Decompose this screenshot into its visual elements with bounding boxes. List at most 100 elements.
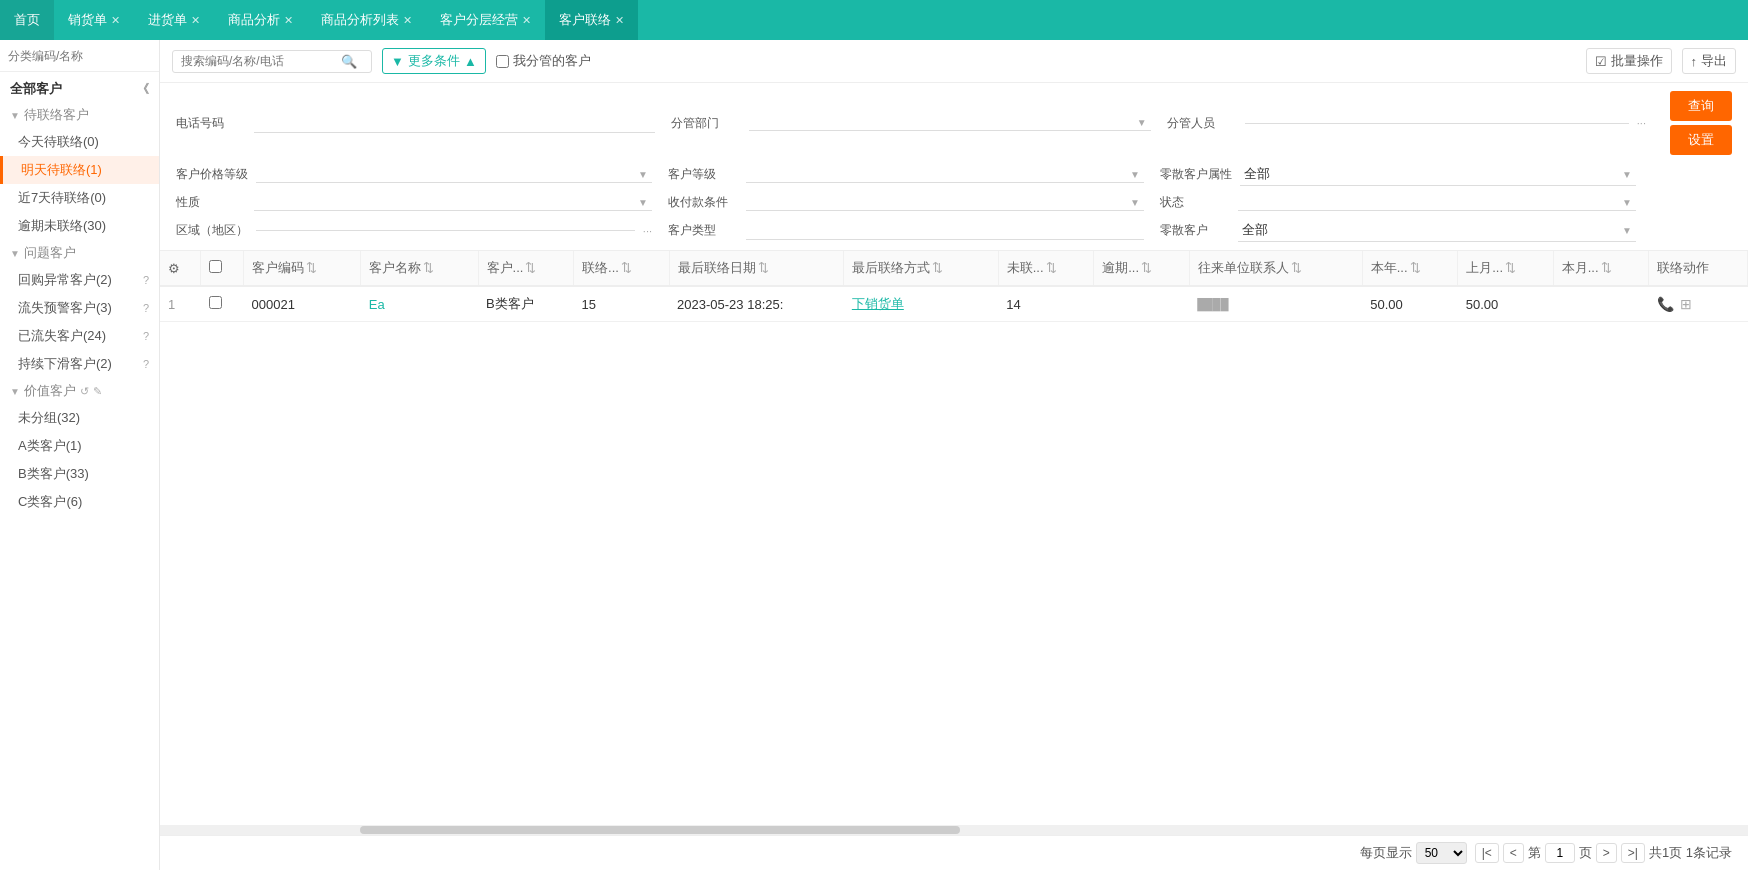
filter-cell-manager: 分管人员 ··· <box>1167 115 1662 132</box>
scrollbar-area[interactable] <box>160 825 1748 835</box>
sidebar-item-today-pending[interactable]: 今天待联络(0) <box>0 128 159 156</box>
sort-icon-code[interactable]: ⇅ <box>306 260 317 275</box>
filter-select-customer-grade[interactable]: ▼ <box>746 167 1144 183</box>
nav-customer-stratify[interactable]: 客户分层经营 ✕ <box>426 0 545 40</box>
page-num-input[interactable] <box>1545 843 1575 863</box>
scrollbar-thumb[interactable] <box>360 826 960 834</box>
sidebar-search-input[interactable] <box>8 49 158 63</box>
th-code: 客户编码⇅ <box>244 251 361 286</box>
filter-select-retail-customer[interactable]: 全部 ▼ <box>1238 219 1636 242</box>
sort-icon-uncontacted[interactable]: ⇅ <box>1046 260 1057 275</box>
nav-close-sales[interactable]: ✕ <box>111 14 120 27</box>
my-customers-checkbox-wrap[interactable]: 我分管的客户 <box>496 52 591 70</box>
last-method-link[interactable]: 下销货单 <box>852 296 904 311</box>
value-edit-icon[interactable]: ✎ <box>93 385 102 398</box>
filter-select-dept[interactable]: ▼ <box>749 115 1150 131</box>
query-btn[interactable]: 查询 <box>1670 91 1732 121</box>
sort-icon-last-month[interactable]: ⇅ <box>1505 260 1516 275</box>
action-phone-icon[interactable]: 📞 <box>1657 296 1674 312</box>
sidebar-collapse-icon[interactable]: 《 <box>137 81 149 98</box>
settings-icon[interactable]: ⚙ <box>168 261 180 276</box>
next-page-btn[interactable]: > <box>1596 843 1617 863</box>
filter-label-region: 区域（地区） <box>176 222 248 239</box>
th-category: 客户...⇅ <box>478 251 574 286</box>
nav-sales[interactable]: 销货单 ✕ <box>54 0 134 40</box>
nav-home[interactable]: 首页 <box>0 0 54 40</box>
nav-close-product-list[interactable]: ✕ <box>403 14 412 27</box>
nav-product-list[interactable]: 商品分析列表 ✕ <box>307 0 426 40</box>
hint-icon-lost: ? <box>143 330 149 342</box>
td-this-month <box>1553 286 1649 322</box>
filter-label-dept: 分管部门 <box>671 115 741 132</box>
settings-btn[interactable]: 设置 <box>1670 125 1732 155</box>
sidebar-item-unclassified[interactable]: 未分组(32) <box>0 404 159 432</box>
sidebar-item-tomorrow-pending[interactable]: 明天待联络(1) <box>0 156 159 184</box>
sort-icon-name[interactable]: ⇅ <box>423 260 434 275</box>
filter-select-payment[interactable]: ▼ <box>746 195 1144 211</box>
sidebar-item-week-pending[interactable]: 近7天待联络(0) <box>0 184 159 212</box>
sidebar-item-class-c[interactable]: C类客户(6) <box>0 488 159 516</box>
filter-cell-retail-customer: 零散客户 全部 ▼ <box>1160 219 1652 242</box>
my-customers-checkbox[interactable] <box>496 55 509 68</box>
sidebar-item-lost[interactable]: 已流失客户(24) ? <box>0 322 159 350</box>
filter-input-customer-type[interactable] <box>746 221 1144 240</box>
row-checkbox[interactable] <box>209 296 222 309</box>
filter-more-manager[interactable]: ··· <box>1637 117 1646 129</box>
nav-purchase[interactable]: 进货单 ✕ <box>134 0 214 40</box>
export-btn[interactable]: ↑ 导出 <box>1682 48 1737 74</box>
sort-icon-this-month[interactable]: ⇅ <box>1601 260 1612 275</box>
filter-input-phone[interactable] <box>254 114 655 133</box>
nav-close-customer-contact[interactable]: ✕ <box>615 14 624 27</box>
table-wrap: ⚙ 客户编码⇅ 客户名称⇅ 客户...⇅ 联络...⇅ 最后联络日期⇅ 最后联络… <box>160 251 1748 825</box>
search-input-wrap: 🔍 <box>172 50 372 73</box>
nav-product-analysis[interactable]: 商品分析 ✕ <box>214 0 307 40</box>
filter-row-3: 性质 ▼ 收付款条件 ▼ 状态 <box>176 194 1732 211</box>
filter-label-customer-grade: 客户等级 <box>668 166 738 183</box>
last-page-btn[interactable]: >| <box>1621 843 1645 863</box>
sidebar-item-lost-warning[interactable]: 流失预警客户(3) ? <box>0 294 159 322</box>
nav-customer-contact[interactable]: 客户联络 ✕ <box>545 0 638 40</box>
filter-select-dept-arrow: ▼ <box>1137 117 1147 128</box>
sort-icon-last-method[interactable]: ⇅ <box>932 260 943 275</box>
sort-icon-last-date[interactable]: ⇅ <box>758 260 769 275</box>
td-checkbox <box>201 286 244 322</box>
sidebar-item-class-a[interactable]: A类客户(1) <box>0 432 159 460</box>
search-input[interactable] <box>181 54 341 68</box>
sort-icon-this-year[interactable]: ⇅ <box>1410 260 1421 275</box>
sort-icon-overdue[interactable]: ⇅ <box>1141 260 1152 275</box>
td-contact-person: ████ <box>1189 286 1362 322</box>
sort-icon-category[interactable]: ⇅ <box>525 260 536 275</box>
sidebar-group-problem: 问题客户 <box>0 240 159 266</box>
filter-label-nature: 性质 <box>176 194 246 211</box>
nav-close-purchase[interactable]: ✕ <box>191 14 200 27</box>
value-refresh-icon[interactable]: ↺ <box>80 385 89 398</box>
select-all-checkbox[interactable] <box>209 260 222 273</box>
sort-icon-contact-person[interactable]: ⇅ <box>1291 260 1302 275</box>
prev-page-btn[interactable]: < <box>1503 843 1524 863</box>
sort-icon-contact-count[interactable]: ⇅ <box>621 260 632 275</box>
per-page-select[interactable]: 50 100 <box>1416 842 1467 864</box>
th-overdue: 逾期...⇅ <box>1094 251 1190 286</box>
filter-select-status[interactable]: ▼ <box>1238 195 1636 211</box>
filter-more-region[interactable]: ··· <box>643 225 652 237</box>
footer-nav: |< < 第 页 > >| 共1页 1条记录 <box>1475 843 1732 863</box>
nav-close-customer-stratify[interactable]: ✕ <box>522 14 531 27</box>
sidebar-item-declining[interactable]: 持续下滑客户(2) ? <box>0 350 159 378</box>
nav-close-product-analysis[interactable]: ✕ <box>284 14 293 27</box>
first-page-btn[interactable]: |< <box>1475 843 1499 863</box>
filter-more-btn[interactable]: ▼ 更多条件 ▲ <box>382 48 486 74</box>
sidebar-item-overdue-pending[interactable]: 逾期未联络(30) <box>0 212 159 240</box>
sidebar-all-customers[interactable]: 全部客户 《 <box>0 72 159 102</box>
batch-btn[interactable]: ☑ 批量操作 <box>1586 48 1672 74</box>
filter-cell-status: 状态 ▼ <box>1160 194 1652 211</box>
filter-select-status-arrow: ▼ <box>1622 197 1632 208</box>
filter-select-nature[interactable]: ▼ <box>254 195 652 211</box>
action-grid-icon[interactable]: ⊞ <box>1680 296 1692 312</box>
search-icon[interactable]: 🔍 <box>341 54 357 69</box>
sidebar-group-pending: 待联络客户 <box>0 102 159 128</box>
filter-row-2: 客户价格等级 ▼ 客户等级 ▼ 零散客户属性 全部 <box>176 163 1732 186</box>
sidebar-item-class-b[interactable]: B类客户(33) <box>0 460 159 488</box>
filter-select-retail-attr[interactable]: 全部 ▼ <box>1240 163 1636 186</box>
sidebar-item-repurchase-abnormal[interactable]: 回购异常客户(2) ? <box>0 266 159 294</box>
filter-select-price-grade[interactable]: ▼ <box>256 167 652 183</box>
